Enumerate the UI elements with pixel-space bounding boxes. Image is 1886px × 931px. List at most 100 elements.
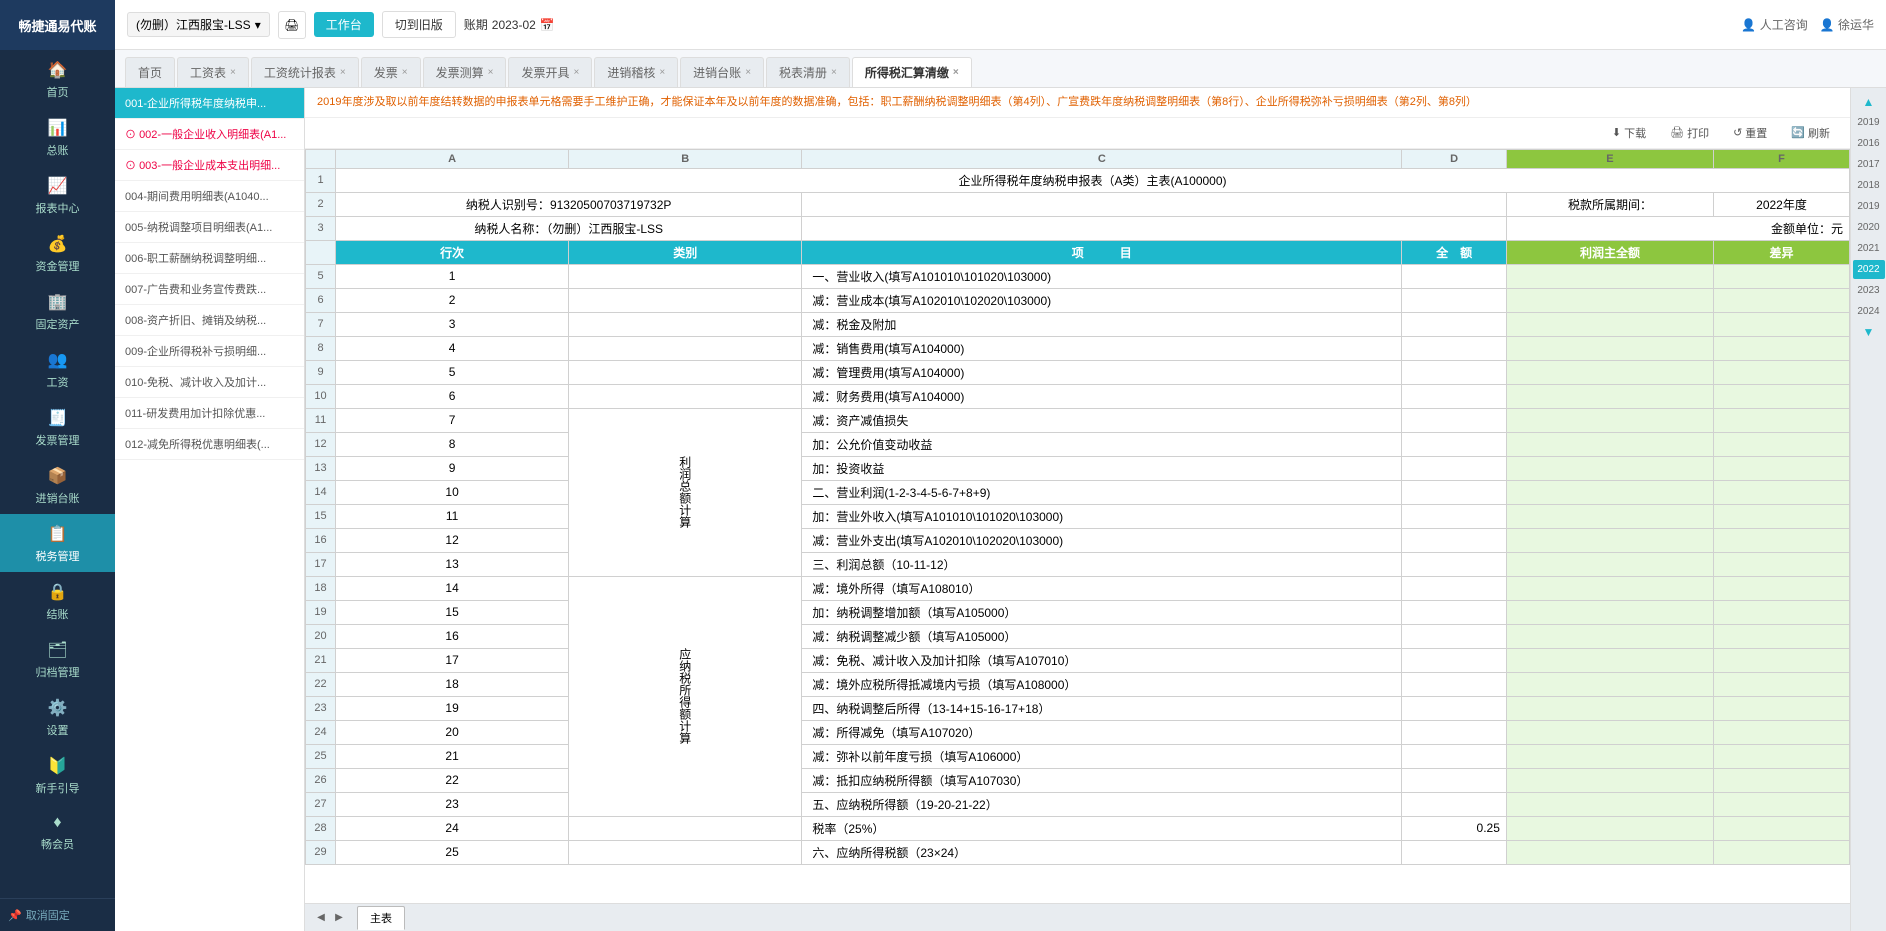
sidebar-item-purchase[interactable]: 📦 进销台账	[0, 456, 115, 514]
timeline-2021[interactable]: 2021	[1853, 239, 1885, 258]
table-row: 15 11 加：营业外收入(填写A101010\101020\103000)	[306, 504, 1850, 528]
timeline-2018[interactable]: 2018	[1853, 176, 1885, 195]
header-diff: 差异	[1713, 240, 1849, 264]
tab-salary[interactable]: 工资表 ×	[177, 57, 249, 87]
form-list-item-012[interactable]: 012-减免所得税优惠明细表(...	[115, 429, 304, 460]
period-value: 2023-02	[492, 18, 536, 32]
spreadsheet-wrapper[interactable]: A B C D E F 1	[305, 149, 1850, 904]
timeline-2017[interactable]: 2017	[1853, 155, 1885, 174]
member-icon: ♦	[53, 814, 61, 832]
sidebar-item-report[interactable]: 📈 报表中心	[0, 166, 115, 224]
period-cell	[802, 192, 1507, 216]
sidebar-item-salary[interactable]: 👥 工资	[0, 340, 115, 398]
tab-tax-clear[interactable]: 税表清册 ×	[766, 57, 850, 87]
sidebar-item-funds[interactable]: 💰 资金管理	[0, 224, 115, 282]
sheet-next-btn[interactable]: ▶	[331, 910, 347, 926]
tab-purchase-account[interactable]: 进销台账 ×	[680, 57, 764, 87]
switch-version-button[interactable]: 切到旧版	[382, 11, 456, 38]
table-row: 14 10 二、营业利润(1-2-3-4-5-6-7+8+9)	[306, 480, 1850, 504]
sidebar-item-settings[interactable]: ⚙️ 设置	[0, 688, 115, 746]
tab-invoice-open[interactable]: 发票开具 ×	[508, 57, 592, 87]
unpin-sidebar[interactable]: 📌 取消固定	[0, 898, 115, 931]
form-list-item-011[interactable]: 011-研发费用加计扣除优惠...	[115, 398, 304, 429]
print-icon: 🖨	[1670, 126, 1684, 139]
user-service-btn[interactable]: 👤 人工咨询	[1741, 16, 1807, 33]
col-e-header: E	[1506, 149, 1713, 168]
pin-icon: 📌	[8, 909, 22, 922]
table-row: 28 24 税率（25%） 0.25	[306, 816, 1850, 840]
timeline-2020[interactable]: 2020	[1853, 218, 1885, 237]
timeline-2024[interactable]: 2024	[1853, 302, 1885, 321]
tab-invoice-calc[interactable]: 发票测算 ×	[423, 57, 507, 87]
sidebar-item-member[interactable]: ♦ 畅会员	[0, 804, 115, 860]
tab-purchase-verify[interactable]: 进销稽核 ×	[594, 57, 678, 87]
sidebar-item-close[interactable]: 🔒 结账	[0, 572, 115, 630]
header-row-num	[306, 240, 336, 264]
timeline-2019[interactable]: 2019	[1853, 113, 1885, 132]
form-list-item-006[interactable]: 006-职工薪酬纳税调整明细...	[115, 243, 304, 274]
table-header-row: 行次 类别 项 目 全 额 利润主全额 差异	[306, 240, 1850, 264]
table-row: 16 12 减：营业外支出(填写A102010\102020\103000)	[306, 528, 1850, 552]
tab-income-tax-close[interactable]: ×	[953, 67, 959, 78]
form-list-item-005[interactable]: 005-纳税调整项目明细表(A1...	[115, 212, 304, 243]
form-list-item-008[interactable]: 008-资产折旧、摊销及纳税...	[115, 305, 304, 336]
workspace-button[interactable]: 工作台	[314, 12, 374, 37]
tab-invoice-close[interactable]: ×	[402, 67, 408, 78]
timeline-2023[interactable]: 2023	[1853, 281, 1885, 300]
sidebar-item-archive[interactable]: 🗂 归档管理	[0, 630, 115, 688]
tab-salary-stat-close[interactable]: ×	[340, 67, 346, 78]
row-num: 3	[306, 216, 336, 240]
table-row: 12 8 加：公允价值变动收益	[306, 432, 1850, 456]
print-button[interactable]: 🖨 打印	[1662, 122, 1717, 144]
refresh-button[interactable]: 🔄 刷新	[1783, 122, 1838, 144]
tab-invoice-open-close[interactable]: ×	[573, 67, 579, 78]
form-list-item-009[interactable]: 009-企业所得税补亏损明细...	[115, 336, 304, 367]
download-button[interactable]: ⬇ 下载	[1604, 122, 1654, 144]
sheet-tab-main[interactable]: 主表	[357, 906, 405, 930]
print-icon-btn[interactable]: 🖨	[278, 11, 306, 39]
form-list-item-001[interactable]: 001-企业所得税年度纳税申...	[115, 88, 304, 119]
tab-invoice[interactable]: 发票 ×	[361, 57, 421, 87]
sidebar-item-assets[interactable]: 🏢 固定资产	[0, 282, 115, 340]
table-title: 企业所得税年度纳税申报表（A类）主表(A100000)	[336, 168, 1850, 192]
sidebar-item-tax[interactable]: 📋 税务管理	[0, 514, 115, 572]
company-selector[interactable]: (勿删）江西服宝-LSS ▾	[127, 12, 270, 37]
form-list-item-010[interactable]: 010-免税、减计收入及加计...	[115, 367, 304, 398]
form-list-item-002[interactable]: ⊙ 002-一般企业收入明细表(A1...	[115, 119, 304, 150]
archive-icon: 🗂	[47, 640, 67, 660]
tab-tax-clear-close[interactable]: ×	[831, 67, 837, 78]
timeline-2022[interactable]: 2022	[1853, 260, 1885, 279]
header-item: 项 目	[802, 240, 1402, 264]
tab-income-tax[interactable]: 所得税汇算清缴 ×	[852, 57, 972, 87]
tab-invoice-calc-close[interactable]: ×	[488, 67, 494, 78]
col-c-header: C	[802, 149, 1402, 168]
sidebar-item-ledger[interactable]: 📊 总账	[0, 108, 115, 166]
table-row: 27 23 五、应纳税所得额（19-20-21-22）	[306, 792, 1850, 816]
topbar-right: 👤 人工咨询 👤 徐运华	[1741, 16, 1874, 33]
tab-purchase-account-close[interactable]: ×	[745, 67, 751, 78]
table-row: 29 25 六、应纳所得税额（23×24）	[306, 840, 1850, 864]
table-row: 25 21 减：弥补以前年度亏损（填写A106000）	[306, 744, 1850, 768]
sidebar-item-invoice[interactable]: 🧾 发票管理	[0, 398, 115, 456]
timeline-up-arrow[interactable]: ▲	[1860, 92, 1878, 112]
report-icon: 📈	[48, 176, 68, 196]
tab-salary-close[interactable]: ×	[230, 67, 236, 78]
form-list-item-004[interactable]: 004-期间费用明细表(A1040...	[115, 181, 304, 212]
tab-salary-stat[interactable]: 工资统计报表 ×	[251, 57, 359, 87]
app-logo: 畅捷通易代账	[0, 0, 115, 50]
form-list-item-007[interactable]: 007-广告费和业务宣传费跌...	[115, 274, 304, 305]
reset-icon: ↺	[1733, 126, 1742, 139]
timeline-down-arrow[interactable]: ▼	[1860, 322, 1878, 342]
home-icon: 🏠	[48, 60, 68, 80]
sheet-prev-btn[interactable]: ◀	[313, 910, 329, 926]
sidebar-item-guide[interactable]: 🔰 新手引导	[0, 746, 115, 804]
sidebar-item-home[interactable]: 🏠 首页	[0, 50, 115, 108]
table-row: 24 20 减：所得减免（填写A107020）	[306, 720, 1850, 744]
header-profit: 利润主全额	[1506, 240, 1713, 264]
tab-purchase-verify-close[interactable]: ×	[659, 67, 665, 78]
tab-home[interactable]: 首页	[125, 57, 175, 87]
reset-button[interactable]: ↺ 重置	[1725, 122, 1775, 144]
form-list-item-003[interactable]: ⊙ 003-一般企业成本支出明细...	[115, 150, 304, 181]
timeline-2019b[interactable]: 2019	[1853, 197, 1885, 216]
timeline-2016[interactable]: 2016	[1853, 134, 1885, 153]
